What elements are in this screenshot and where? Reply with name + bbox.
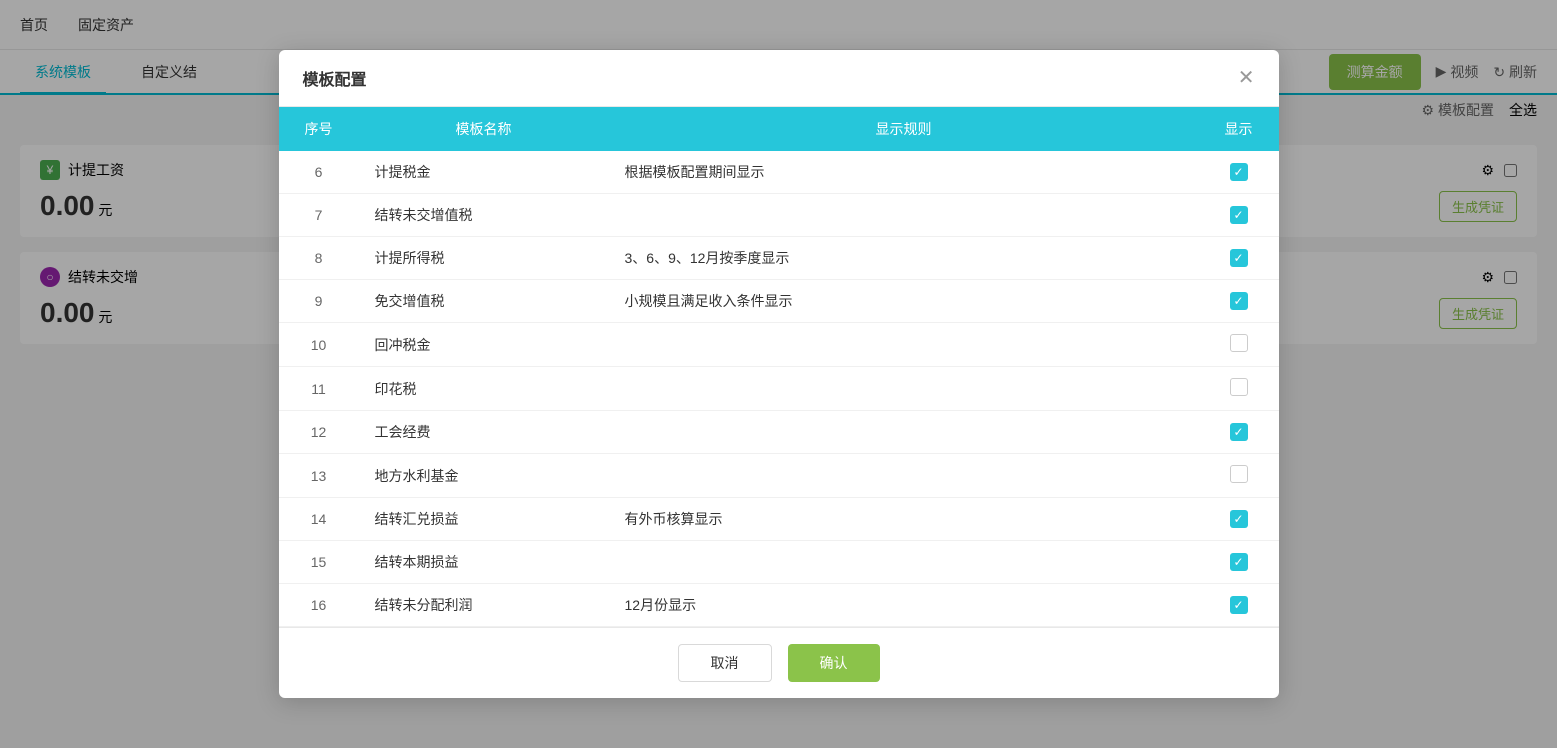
cell-name-5: 印花税 [359, 367, 609, 411]
checkbox-6[interactable] [1230, 423, 1248, 441]
checkbox-10[interactable] [1230, 596, 1248, 614]
table-row: 16结转未分配利润12月份显示 [279, 584, 1279, 627]
cell-check-1 [1199, 194, 1279, 237]
modal-overlay: 模板配置 ✕ 序号 模板名称 显示规则 显示 6计提税金根据 [0, 0, 1557, 748]
col-header-name: 模板名称 [359, 107, 609, 151]
table-scroll-area[interactable]: 序号 模板名称 显示规则 显示 6计提税金根据模板配置期间显示7结转未交增值税8… [279, 107, 1279, 627]
checkbox-1[interactable] [1230, 206, 1248, 224]
checkbox-2[interactable] [1230, 249, 1248, 267]
cell-seq-1: 7 [279, 194, 359, 237]
cell-check-9 [1199, 541, 1279, 584]
cell-rule-5 [609, 367, 1199, 411]
cell-check-6 [1199, 411, 1279, 454]
checkbox-7[interactable] [1230, 465, 1248, 483]
modal-header: 模板配置 ✕ [279, 50, 1279, 107]
cell-seq-10: 16 [279, 584, 359, 627]
checkbox-4[interactable] [1230, 334, 1248, 352]
cell-rule-10: 12月份显示 [609, 584, 1199, 627]
table-row: 9免交增值税小规模且满足收入条件显示 [279, 280, 1279, 323]
cell-name-10: 结转未分配利润 [359, 584, 609, 627]
modal-close-button[interactable]: ✕ [1238, 68, 1255, 88]
table-row: 12工会经费 [279, 411, 1279, 454]
cell-seq-2: 8 [279, 237, 359, 280]
cell-name-7: 地方水利基金 [359, 454, 609, 498]
cell-seq-8: 14 [279, 498, 359, 541]
cell-check-8 [1199, 498, 1279, 541]
modal-template-config: 模板配置 ✕ 序号 模板名称 显示规则 显示 6计提税金根据 [279, 50, 1279, 698]
cancel-button[interactable]: 取消 [678, 644, 772, 682]
col-header-seq: 序号 [279, 107, 359, 151]
cell-name-3: 免交增值税 [359, 280, 609, 323]
cell-rule-3: 小规模且满足收入条件显示 [609, 280, 1199, 323]
cell-rule-8: 有外币核算显示 [609, 498, 1199, 541]
table-row: 13地方水利基金 [279, 454, 1279, 498]
cell-check-4 [1199, 323, 1279, 367]
table-row: 6计提税金根据模板配置期间显示 [279, 151, 1279, 194]
cell-rule-7 [609, 454, 1199, 498]
cell-check-5 [1199, 367, 1279, 411]
checkbox-8[interactable] [1230, 510, 1248, 528]
cell-name-2: 计提所得税 [359, 237, 609, 280]
cell-seq-5: 11 [279, 367, 359, 411]
table-row: 14结转汇兑损益有外币核算显示 [279, 498, 1279, 541]
modal-footer: 取消 确认 [279, 627, 1279, 698]
cell-seq-3: 9 [279, 280, 359, 323]
cell-seq-0: 6 [279, 151, 359, 194]
cell-name-1: 结转未交增值税 [359, 194, 609, 237]
table-row: 7结转未交增值税 [279, 194, 1279, 237]
col-header-display: 显示 [1199, 107, 1279, 151]
cell-name-4: 回冲税金 [359, 323, 609, 367]
cell-seq-7: 13 [279, 454, 359, 498]
cell-rule-1 [609, 194, 1199, 237]
cell-check-2 [1199, 237, 1279, 280]
checkbox-3[interactable] [1230, 292, 1248, 310]
checkbox-0[interactable] [1230, 163, 1248, 181]
table-body: 6计提税金根据模板配置期间显示7结转未交增值税8计提所得税3、6、9、12月按季… [279, 151, 1279, 627]
modal-title: 模板配置 [303, 66, 367, 90]
confirm-button[interactable]: 确认 [788, 644, 880, 682]
cell-seq-4: 10 [279, 323, 359, 367]
table-header: 序号 模板名称 显示规则 显示 [279, 107, 1279, 151]
cell-name-8: 结转汇兑损益 [359, 498, 609, 541]
cell-rule-6 [609, 411, 1199, 454]
table-row: 11印花税 [279, 367, 1279, 411]
cell-rule-0: 根据模板配置期间显示 [609, 151, 1199, 194]
cell-seq-6: 12 [279, 411, 359, 454]
cell-check-7 [1199, 454, 1279, 498]
cell-check-10 [1199, 584, 1279, 627]
cell-seq-9: 15 [279, 541, 359, 584]
col-header-rule: 显示规则 [609, 107, 1199, 151]
cell-name-6: 工会经费 [359, 411, 609, 454]
cell-rule-9 [609, 541, 1199, 584]
table-row: 8计提所得税3、6、9、12月按季度显示 [279, 237, 1279, 280]
config-table: 序号 模板名称 显示规则 显示 6计提税金根据模板配置期间显示7结转未交增值税8… [279, 107, 1279, 627]
cell-rule-4 [609, 323, 1199, 367]
cell-rule-2: 3、6、9、12月按季度显示 [609, 237, 1199, 280]
modal-body: 序号 模板名称 显示规则 显示 6计提税金根据模板配置期间显示7结转未交增值税8… [279, 107, 1279, 627]
cell-name-0: 计提税金 [359, 151, 609, 194]
cell-name-9: 结转本期损益 [359, 541, 609, 584]
checkbox-9[interactable] [1230, 553, 1248, 571]
table-row: 10回冲税金 [279, 323, 1279, 367]
cell-check-0 [1199, 151, 1279, 194]
cell-check-3 [1199, 280, 1279, 323]
checkbox-5[interactable] [1230, 378, 1248, 396]
table-row: 15结转本期损益 [279, 541, 1279, 584]
